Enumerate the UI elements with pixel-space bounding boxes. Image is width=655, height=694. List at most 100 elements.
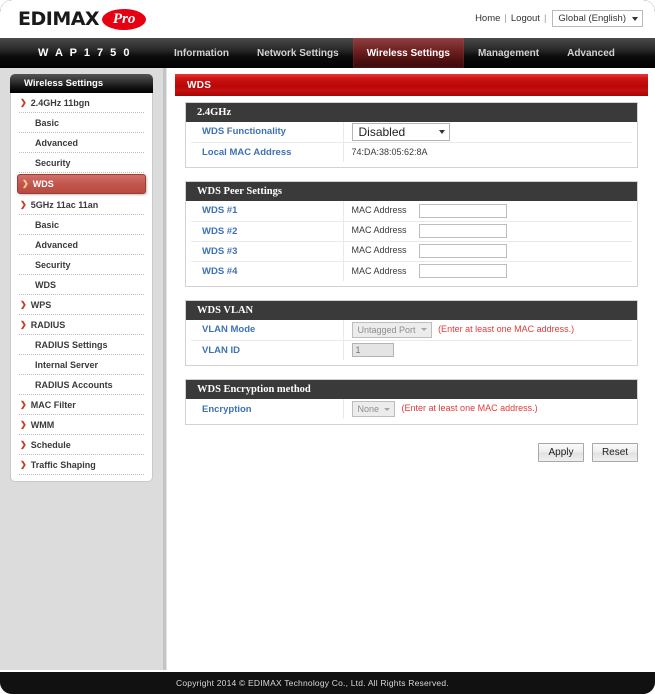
encryption-value: None: [357, 404, 380, 414]
wds-peer-mac-input[interactable]: [418, 264, 507, 279]
encryption-cell: None (Enter at least one MAC address.): [343, 399, 632, 419]
pro-badge: Pro: [102, 8, 147, 30]
sidebar-item-radius-accounts[interactable]: RADIUS Accounts: [19, 375, 144, 395]
sidebar-item-mac-filter[interactable]: ❯ MAC Filter: [19, 395, 144, 415]
sidebar-item-basic[interactable]: Basic: [19, 215, 144, 235]
sidebar-item-radius[interactable]: ❯ RADIUS: [19, 315, 144, 335]
chevron-right-icon: ❯: [20, 399, 27, 409]
sidebar-item-label: Advanced: [35, 239, 79, 250]
peer-settings-heading: WDS Peer Settings: [186, 182, 637, 201]
sidebar-item-2-4ghz-11bgn[interactable]: ❯ 2.4GHz 11bgn: [19, 93, 144, 113]
nav-item-management[interactable]: Management: [464, 38, 553, 68]
sidebar-item-radius-settings[interactable]: RADIUS Settings: [19, 335, 144, 355]
sidebar-item-label: MAC Filter: [30, 399, 76, 410]
encryption-hint: (Enter at least one MAC address.): [401, 403, 538, 414]
language-selector-value: Global (English): [558, 13, 626, 24]
wds-functionality-select[interactable]: Disabled: [351, 122, 450, 141]
page-header: EDIMAX Pro Home | Logout | Global (Engli…: [0, 0, 655, 38]
wds-peer-mac-cell: MAC Address: [343, 221, 632, 242]
sidebar-item-advanced[interactable]: Advanced: [19, 235, 144, 255]
wds-functionality-value: Disabled: [358, 124, 406, 139]
brand-name: EDIMAX: [18, 7, 100, 30]
nav-item-list: Information Network Settings Wireless Sett…: [160, 38, 629, 68]
vlan-id-input[interactable]: 1: [351, 343, 394, 358]
table-row: Encryption None (Enter at least one MAC …: [191, 399, 632, 419]
wds-peer-mac-input[interactable]: [418, 203, 507, 218]
page-title: WDS: [175, 74, 648, 96]
wds-peer-mac-input[interactable]: [418, 244, 507, 258]
wds-peer-mac-input[interactable]: [418, 224, 507, 238]
sidebar-item-5ghz-11ac-11an[interactable]: ❯ 5GHz 11ac 11an: [19, 195, 144, 215]
sidebar-item-wmm[interactable]: ❯ WMM: [19, 415, 144, 435]
vlan-id-label: VLAN ID: [191, 340, 344, 360]
language-selector[interactable]: Global (English): [552, 10, 643, 27]
sidebar-item-schedule[interactable]: ❯ Schedule: [19, 435, 144, 455]
sidebar-item-wds[interactable]: WDS: [19, 275, 144, 295]
sidebar-item-label: Security: [35, 157, 71, 168]
nav-item-wireless-settings[interactable]: Wireless Settings: [352, 38, 464, 68]
nav-item-advanced[interactable]: Advanced: [553, 38, 629, 68]
wds-peer-name: WDS #1: [191, 201, 344, 222]
main-content: WDS 2.4GHz WDS Functionality Disabled Lo…: [166, 68, 655, 672]
vlan-id-cell: 1: [343, 340, 632, 360]
chevron-down-icon: [384, 407, 391, 411]
mac-address-label: MAC Address: [351, 225, 407, 236]
sidebar-item-label: 2.4GHz 11bgn: [30, 97, 90, 108]
encryption-panel: WDS Encryption method Encryption None (E…: [185, 379, 638, 425]
sidebar-item-label: RADIUS Accounts: [35, 379, 113, 390]
table-row: VLAN Mode Untagged Port (Enter at least …: [191, 320, 632, 341]
encryption-select[interactable]: None: [351, 401, 396, 417]
copyright-text: Copyright 2014 © EDIMAX Technology Co., …: [176, 678, 449, 688]
logout-link[interactable]: Logout: [507, 13, 544, 24]
sidebar-item-list: ❯ 2.4GHz 11bgn Basic Advanced Security ❯ WDS ❯ 5…: [11, 93, 152, 475]
band-panel-heading: 2.4GHz: [186, 103, 637, 122]
wds-peer-mac-cell: MAC Address: [343, 241, 632, 262]
encryption-table: Encryption None (Enter at least one MAC …: [191, 399, 632, 419]
nav-item-network-settings[interactable]: Network Settings: [243, 38, 353, 68]
nav-item-information[interactable]: Information: [160, 38, 243, 68]
chevron-right-icon: ❯: [20, 199, 27, 209]
chevron-right-icon: ❯: [20, 319, 27, 329]
table-row: WDS Functionality Disabled: [191, 122, 632, 143]
sidebar-item-label: WDS: [32, 179, 54, 189]
apply-button[interactable]: Apply: [538, 443, 584, 462]
vlan-mode-value: Untagged Port: [357, 324, 416, 335]
sidebar: Wireless Settings ❯ 2.4GHz 11bgn Basic Adva…: [10, 74, 153, 482]
sidebar-item-basic[interactable]: Basic: [19, 113, 144, 133]
app-window: EDIMAX Pro Home | Logout | Global (Engli…: [0, 0, 655, 694]
sidebar-item-advanced[interactable]: Advanced: [19, 133, 144, 153]
sidebar-item-security[interactable]: Security: [19, 153, 144, 173]
sidebar-item-label: Basic: [35, 117, 60, 128]
encryption-heading: WDS Encryption method: [186, 380, 637, 399]
sidebar-item-traffic-shaping[interactable]: ❯ Traffic Shaping: [19, 455, 144, 475]
sidebar-item-wps[interactable]: ❯ WPS: [19, 295, 144, 315]
device-model-label: W A P 1 7 5 0: [38, 47, 132, 59]
main-navigation: W A P 1 7 5 0 Information Network Setting…: [0, 38, 655, 68]
local-mac-label: Local MAC Address: [191, 142, 344, 162]
sidebar-item-internal-server[interactable]: Internal Server: [19, 355, 144, 375]
vlan-mode-select[interactable]: Untagged Port: [351, 321, 432, 338]
form-actions: Apply Reset: [185, 438, 638, 462]
chevron-right-icon: ❯: [20, 299, 27, 309]
chevron-right-icon: ❯: [20, 459, 27, 469]
vlan-mode-hint: (Enter at least one MAC address.): [438, 324, 575, 335]
home-link[interactable]: Home: [471, 13, 504, 24]
table-row: WDS #1 MAC Address: [191, 201, 632, 222]
header-links: Home | Logout | Global (English): [471, 10, 643, 27]
body-area: Wireless Settings ❯ 2.4GHz 11bgn Basic Adva…: [0, 68, 655, 672]
peer-settings-panel: WDS Peer Settings WDS #1 MAC Address WDS #…: [185, 181, 638, 287]
table-row: WDS #2 MAC Address: [191, 221, 632, 242]
sidebar-item-security[interactable]: Security: [19, 255, 144, 275]
sidebar-item-label: Advanced: [35, 137, 79, 148]
mac-address-label: MAC Address: [351, 265, 407, 276]
sidebar-item-wds[interactable]: ❯ WDS: [17, 174, 146, 194]
band-panel: 2.4GHz WDS Functionality Disabled Local …: [185, 102, 638, 168]
sidebar-item-label: RADIUS: [30, 319, 66, 330]
reset-button[interactable]: Reset: [592, 443, 638, 462]
sidebar-item-label: WMM: [30, 419, 55, 430]
vlan-mode-cell: Untagged Port (Enter at least one MAC ad…: [343, 320, 632, 341]
window-frame: EDIMAX Pro Home | Logout | Global (Engli…: [0, 0, 655, 694]
chevron-down-icon: [438, 130, 445, 135]
vlan-mode-label: VLAN Mode: [191, 320, 344, 341]
table-row: Local MAC Address 74:DA:38:05:62:8A: [191, 142, 632, 162]
